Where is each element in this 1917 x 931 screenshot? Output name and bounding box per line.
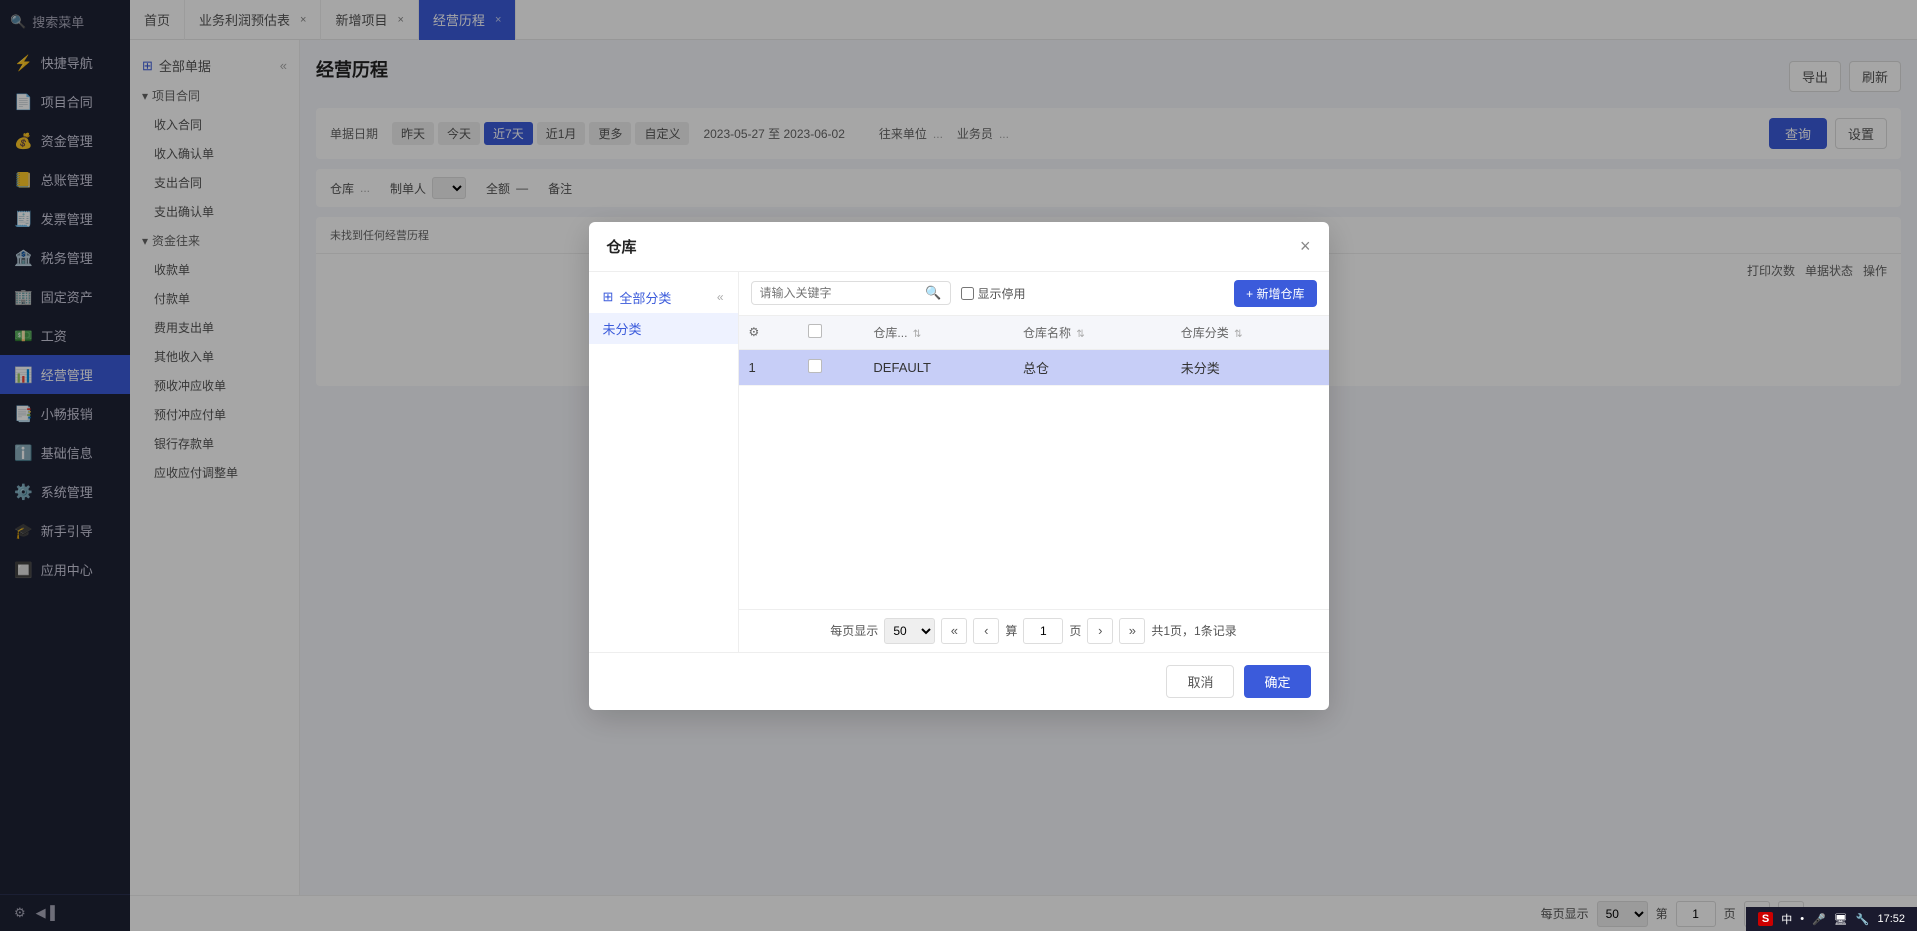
modal-per-page-select[interactable]: 50 100	[884, 618, 935, 644]
table-row[interactable]: 1 DEFAULT 总仓 未分类	[739, 349, 1329, 385]
confirm-button[interactable]: 确定	[1244, 665, 1310, 698]
modal-body: ⊞ 全部分类 « 未分类 🔍 显示停用 + 新增仓库	[589, 272, 1329, 652]
row-category: 未分类	[1171, 349, 1329, 385]
row-checkbox[interactable]	[798, 349, 864, 385]
modal-table: ⚙ 仓库... ⇅ 仓库名称 ⇅ 仓库分类	[739, 316, 1329, 609]
modal-search-box[interactable]: 🔍	[751, 281, 951, 305]
modal-toolbar: 🔍 显示停用 + 新增仓库	[739, 272, 1329, 316]
sort-icon-code: ⇅	[913, 329, 921, 340]
modal-nav-item-uncategorized[interactable]: 未分类	[589, 313, 738, 344]
all-category-label: 全部分类	[619, 288, 671, 307]
sort-icon-category: ⇅	[1234, 329, 1242, 340]
modal-table-header-row: ⚙ 仓库... ⇅ 仓库名称 ⇅ 仓库分类	[739, 316, 1329, 350]
show-disabled-checkbox[interactable]	[961, 287, 974, 300]
col-code-header[interactable]: 仓库... ⇅	[863, 316, 1013, 350]
tray-icon3: 🎤	[1812, 913, 1826, 926]
modal-total-text: 共1页，1条记录	[1151, 622, 1236, 639]
modal-prev-page-btn[interactable]: ‹	[973, 618, 999, 644]
modal-title: 仓库	[607, 236, 637, 257]
col-name-header[interactable]: 仓库名称 ⇅	[1013, 316, 1171, 350]
modal-right: 🔍 显示停用 + 新增仓库 ⚙ 仓库...	[739, 272, 1329, 652]
warehouse-modal: 仓库 × ⊞ 全部分类 « 未分类 🔍	[589, 222, 1329, 710]
per-page-label2: 每页显示	[830, 622, 878, 639]
tray-s-icon: S	[1758, 912, 1773, 926]
tray-icon1: 中	[1781, 911, 1792, 927]
modal-left-nav: ⊞ 全部分类 « 未分类	[589, 272, 739, 652]
row-num: 1	[739, 349, 798, 385]
modal-page-input[interactable]	[1023, 618, 1063, 644]
tray-icon2: •	[1800, 913, 1804, 925]
modal-next-page-btn[interactable]: ›	[1087, 618, 1113, 644]
modal-left-scroll: 未分类	[589, 313, 738, 637]
modal-close-button[interactable]: ×	[1300, 236, 1311, 257]
grid-icon2: ⊞	[603, 289, 614, 305]
modal-pagination: 每页显示 50 100 « ‹ 算 页 › » 共1页，1条记录	[739, 609, 1329, 652]
modal-footer: 取消 确定	[589, 652, 1329, 710]
modal-last-page-btn[interactable]: »	[1119, 618, 1145, 644]
col-category-header[interactable]: 仓库分类 ⇅	[1171, 316, 1329, 350]
row-name: 总仓	[1013, 349, 1171, 385]
modal-all-category[interactable]: ⊞ 全部分类 «	[589, 282, 738, 313]
tray-time: 17:52	[1877, 913, 1905, 925]
modal-first-page-btn[interactable]: «	[941, 618, 967, 644]
tray-icon5: 🔧	[1856, 913, 1870, 926]
modal-header: 仓库 ×	[589, 222, 1329, 272]
modal-search-input[interactable]	[760, 286, 920, 300]
tray-icon4: 🖥	[1834, 913, 1848, 926]
show-disabled-label[interactable]: 显示停用	[961, 285, 1026, 302]
collapse-icon2[interactable]: «	[717, 290, 724, 304]
row-code: DEFAULT	[863, 349, 1013, 385]
modal-page-unit: 页	[1069, 622, 1081, 639]
cancel-button[interactable]: 取消	[1166, 665, 1234, 698]
system-tray: S 中 • 🎤 🖥 🔧 17:52	[1746, 907, 1917, 931]
modal-calc-label: 算	[1005, 622, 1017, 639]
add-warehouse-button[interactable]: + 新增仓库	[1234, 280, 1316, 307]
sort-icon-name: ⇅	[1076, 329, 1084, 340]
modal-search-icon: 🔍	[925, 285, 941, 301]
col-checkbox-header	[798, 316, 864, 350]
col-settings-header[interactable]: ⚙	[739, 316, 798, 350]
